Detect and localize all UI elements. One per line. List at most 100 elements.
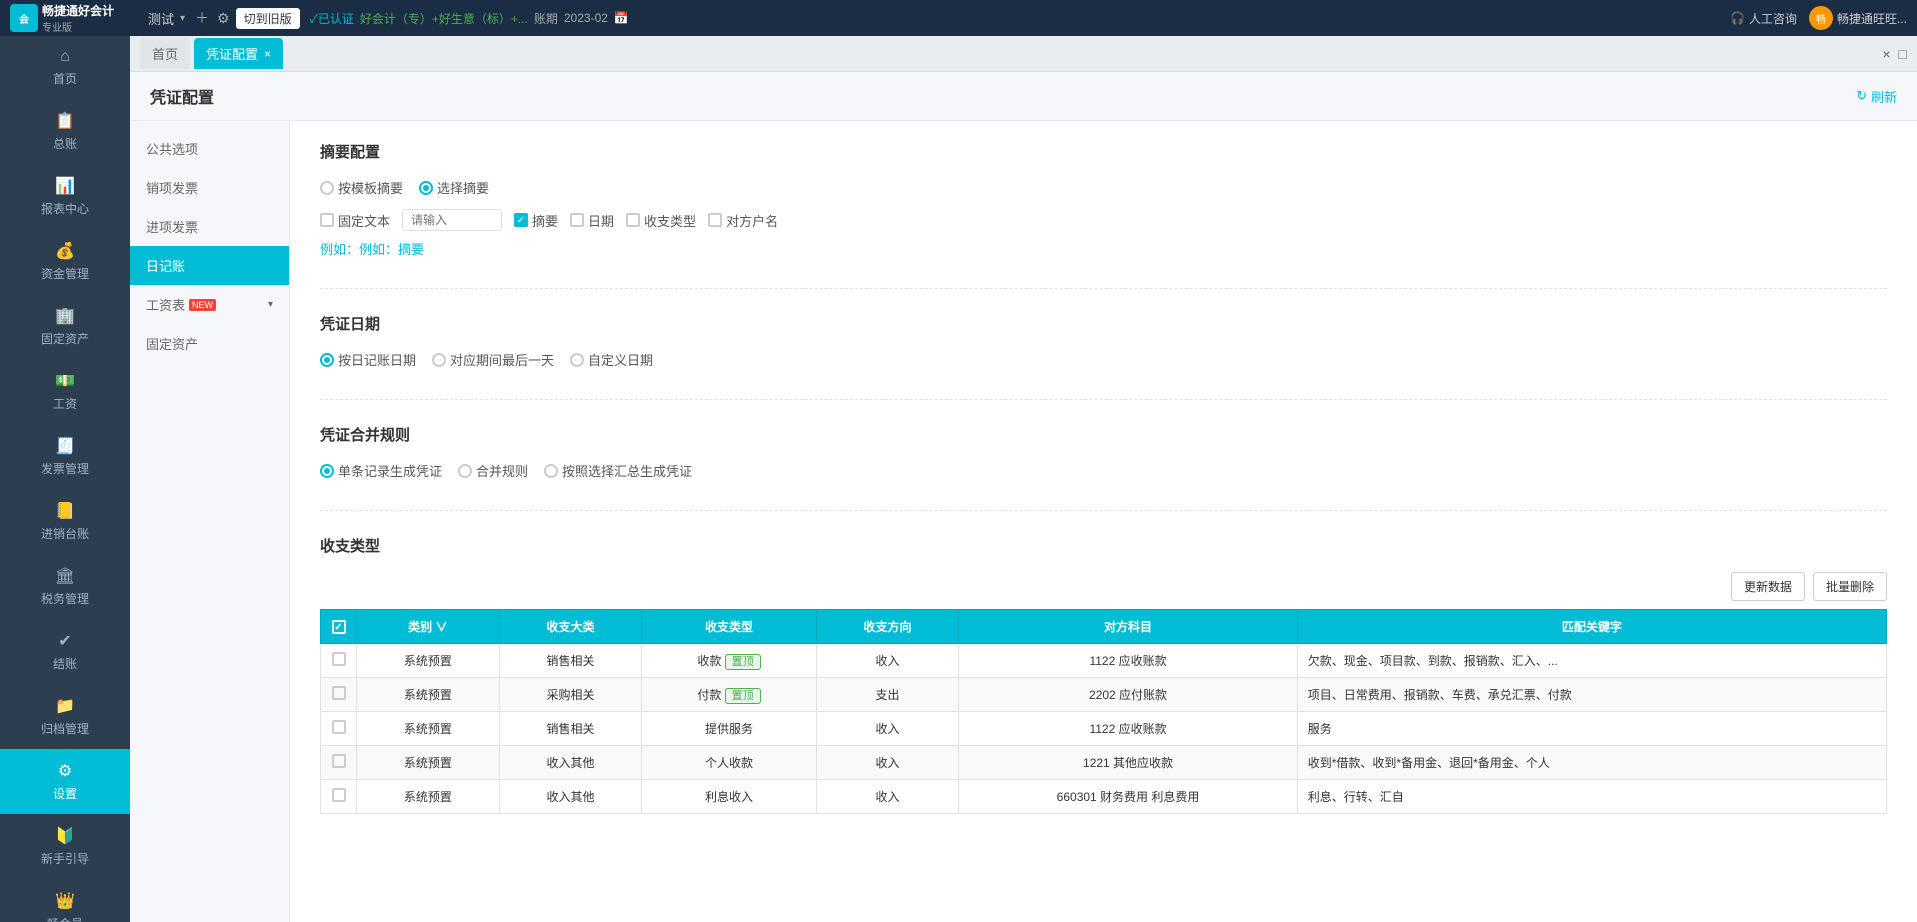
sidebar-item-ledger[interactable]: 📋 总账 (0, 99, 130, 164)
checkbox-summary[interactable]: ✓ 摘要 (514, 211, 558, 230)
left-nav-item-public[interactable]: 公共选项 (130, 129, 289, 168)
cell-main-type-0: 销售相关 (499, 644, 642, 678)
cell-category-1: 系统预置 (357, 678, 500, 712)
page-title: 凭证配置 (150, 84, 214, 108)
top-badge[interactable]: 置顶 (725, 654, 761, 670)
ledger-icon: 📋 (55, 111, 75, 131)
tab-maximize-icon[interactable]: □ (1899, 46, 1907, 62)
sidebar-item-invoice[interactable]: 🧾 发票管理 (0, 424, 130, 489)
inner-layout: 公共选项 销项发票 进项发票 日记账 工资表 NEW ▾ (130, 121, 1917, 922)
cell-check-4[interactable] (321, 780, 357, 814)
sidebar-item-home[interactable]: ⌂ 首页 (0, 36, 130, 99)
cell-check-2[interactable] (321, 712, 357, 746)
checkbox-fixed-text[interactable]: 固定文本 (320, 211, 390, 230)
user-avatar-area[interactable]: 畅 畅捷通旺旺... (1809, 6, 1907, 30)
checkbox-income-type[interactable]: 收支类型 (626, 211, 696, 230)
sidebar-item-settings[interactable]: ⚙ 设置 (0, 749, 130, 814)
left-nav-item-sales-invoice[interactable]: 销项发票 (130, 168, 289, 207)
close-account-icon: ✔ (58, 631, 71, 651)
table-header: ✓ 类别 ∨ 收支大类 收支类型 收支方向 对方科目 匹配关键字 (321, 610, 1887, 644)
sidebar-item-close[interactable]: ✔ 结账 (0, 619, 130, 684)
workspace-name[interactable]: 测试 (148, 9, 174, 28)
content-area: 首页 凭证配置 × × □ 凭证配置 ↻ 刷新 (130, 36, 1917, 922)
checkbox-counterpart-name[interactable]: 对方户名 (708, 211, 778, 230)
radio-custom-date[interactable]: 自定义日期 (570, 350, 653, 369)
row-checkbox-3[interactable] (332, 754, 346, 768)
cell-check-1[interactable] (321, 678, 357, 712)
left-nav-item-payroll[interactable]: 工资表 NEW ▾ (130, 285, 289, 324)
archive-icon: 📁 (55, 696, 75, 716)
radio-journal-date[interactable]: 按日记账日期 (320, 350, 416, 369)
tab-voucher-config[interactable]: 凭证配置 × (194, 38, 283, 69)
sidebar-item-salary[interactable]: 💵 工资 (0, 359, 130, 424)
tab-close-icon[interactable]: × (264, 47, 271, 61)
radio-merge-rules[interactable]: 合并规则 (458, 461, 528, 480)
checkbox-fixed-text-icon (320, 213, 334, 227)
top-badge[interactable]: 置顶 (725, 688, 761, 704)
calendar-icon[interactable]: 📅 (614, 11, 629, 25)
th-check[interactable]: ✓ (321, 610, 357, 644)
radio-single-record[interactable]: 单条记录生成凭证 (320, 461, 442, 480)
cell-keywords-1: 项目、日常费用、报销款、车费、承兑汇票、付款 (1297, 678, 1886, 712)
left-nav-item-fixed-assets[interactable]: 固定资产 (130, 324, 289, 363)
header-checkbox[interactable]: ✓ (332, 620, 346, 634)
invoice-icon: 🧾 (55, 436, 75, 456)
radio-single-record-icon (320, 464, 334, 478)
batch-delete-button[interactable]: 批量删除 (1813, 572, 1887, 601)
workspace-arrow-icon[interactable]: ▾ (180, 13, 185, 24)
tab-close-window-icon[interactable]: × (1882, 46, 1890, 62)
checkbox-date[interactable]: 日期 (570, 211, 614, 230)
sidebar-item-fund[interactable]: 💰 资金管理 (0, 229, 130, 294)
sidebar-item-tax[interactable]: 🏛 税务管理 (0, 554, 130, 619)
avatar: 畅 (1809, 6, 1833, 30)
sidebar: ⌂ 首页 📋 总账 📊 报表中心 💰 资金管理 🏢 固定资产 💵 工资 🧾 发票… (0, 36, 130, 922)
add-icon[interactable]: ＋ (195, 8, 209, 28)
fund-icon: 💰 (55, 241, 75, 261)
th-keywords: 匹配关键字 (1297, 610, 1886, 644)
sidebar-item-purchase-sale[interactable]: 📒 进销台账 (0, 489, 130, 554)
new-badge: NEW (189, 299, 216, 311)
cell-check-3[interactable] (321, 746, 357, 780)
logo-text: 畅捷通好会计 专业版 (42, 2, 114, 34)
table-row: 系统预置 销售相关 提供服务 收入 1122 应收账款 服务 (321, 712, 1887, 746)
top-bar-icons: ＋ ⚙ (195, 8, 230, 28)
sidebar-item-reports[interactable]: 📊 报表中心 (0, 164, 130, 229)
income-section: 收支类型 更新数据 批量删除 ✓ 类别 ∨ (320, 535, 1887, 814)
cell-sub-type-0: 收款 置顶 (642, 644, 816, 678)
version-switch-button[interactable]: 切到旧版 (236, 8, 300, 29)
cell-sub-type-1: 付款 置顶 (642, 678, 816, 712)
refresh-button[interactable]: ↻ 刷新 (1856, 87, 1897, 106)
expand-icon[interactable]: ▾ (268, 299, 273, 310)
top-bar: 会 畅捷通好会计 专业版 测试 ▾ ＋ ⚙ 切到旧版 ✓已认证 好会计（专）+好… (0, 0, 1917, 36)
radio-select-summary[interactable]: 选择摘要 (419, 178, 489, 197)
purchase-sale-icon: 📒 (55, 501, 75, 521)
radio-aggregate[interactable]: 按照选择汇总生成凭证 (544, 461, 692, 480)
cell-main-type-1: 采购相关 (499, 678, 642, 712)
row-checkbox-2[interactable] (332, 720, 346, 734)
cell-main-type-2: 销售相关 (499, 712, 642, 746)
radio-template-summary[interactable]: 按模板摘要 (320, 178, 403, 197)
left-nav-item-purchase-invoice[interactable]: 进项发票 (130, 207, 289, 246)
sidebar-item-member[interactable]: 👑 畅会员 (0, 879, 130, 922)
support-button[interactable]: 🎧 人工咨询 (1730, 10, 1797, 27)
summary-section: 摘要配置 按模板摘要 选择摘要 (320, 141, 1887, 258)
checkbox-date-icon (570, 213, 584, 227)
cell-keywords-3: 收到*借款、收到*备用金、退回*备用金、个人 (1297, 746, 1886, 780)
settings-icon[interactable]: ⚙ (217, 10, 230, 27)
row-checkbox-1[interactable] (332, 686, 346, 700)
sidebar-item-assets[interactable]: 🏢 固定资产 (0, 294, 130, 359)
fixed-text-input[interactable] (402, 209, 502, 231)
refresh-icon: ↻ (1856, 88, 1867, 104)
sidebar-item-guide[interactable]: 🔰 新手引导 (0, 814, 130, 879)
row-checkbox-0[interactable] (332, 652, 346, 666)
cell-keywords-0: 欠款、现金、项目款、到款、报销款、汇入、... (1297, 644, 1886, 678)
sidebar-item-archive[interactable]: 📁 归档管理 (0, 684, 130, 749)
th-category: 类别 ∨ (357, 610, 500, 644)
date-radio-group: 按日记账日期 对应期间最后一天 自定义日期 (320, 350, 1887, 369)
row-checkbox-4[interactable] (332, 788, 346, 802)
tab-home[interactable]: 首页 (140, 38, 190, 69)
left-nav-item-journal[interactable]: 日记账 (130, 246, 289, 285)
radio-period-last-day[interactable]: 对应期间最后一天 (432, 350, 554, 369)
update-data-button[interactable]: 更新数据 (1731, 572, 1805, 601)
cell-check-0[interactable] (321, 644, 357, 678)
